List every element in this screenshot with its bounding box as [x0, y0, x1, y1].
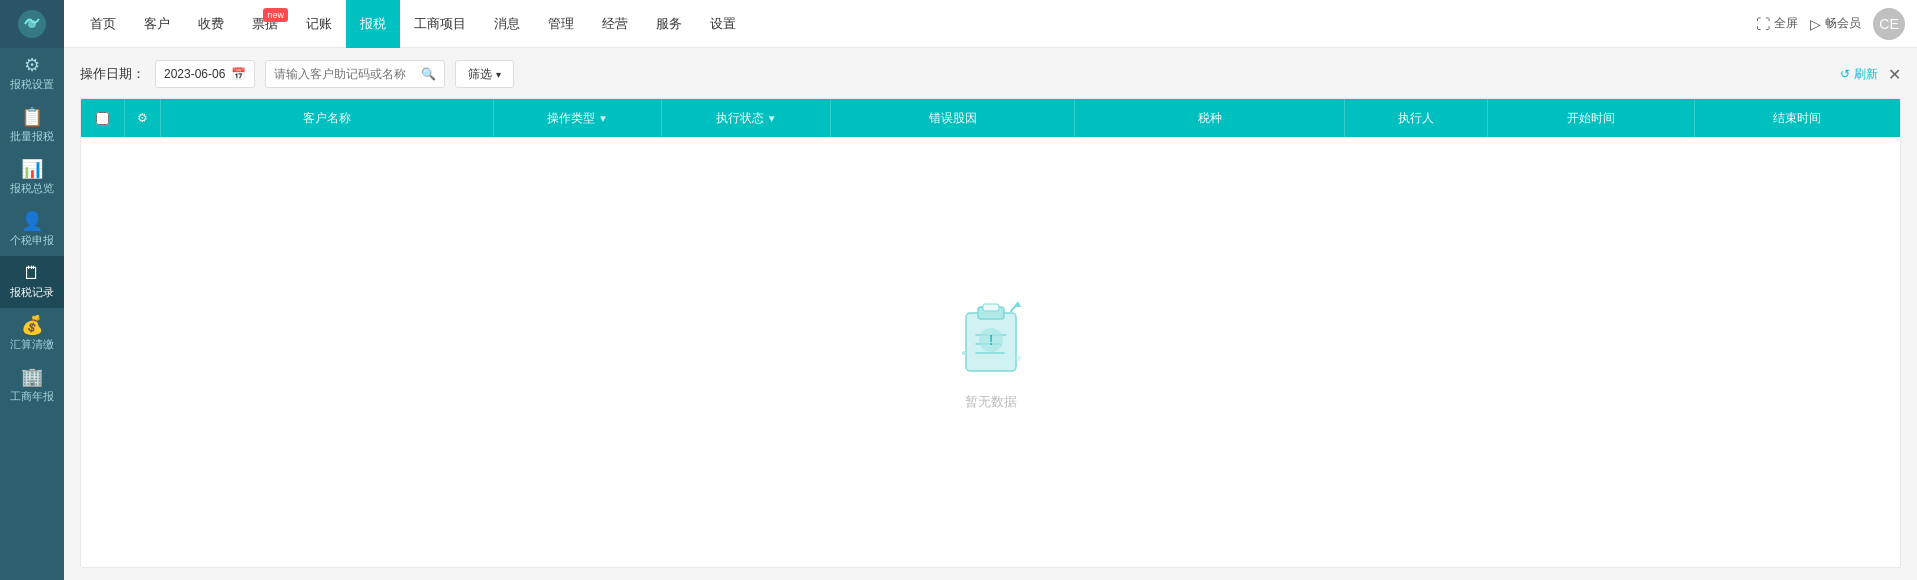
record-icon: 🗒: [23, 264, 41, 282]
nav-piao[interactable]: 票据 new: [238, 0, 292, 48]
sidebar-label-geshuishenbao: 个税申报: [10, 233, 54, 248]
th-taxtype: 税种: [1075, 99, 1345, 137]
sort-icon-status: ▼: [767, 113, 777, 124]
money-icon: 💰: [21, 316, 43, 334]
sidebar-item-baoshuizonglan[interactable]: 📊 报税总览: [0, 152, 64, 204]
select-all-checkbox[interactable]: [96, 112, 109, 125]
filter-label: 筛选: [468, 66, 492, 83]
fullscreen-btn[interactable]: ⛶ 全屏: [1756, 15, 1798, 32]
search-input[interactable]: [274, 67, 417, 81]
svg-text:!: !: [988, 332, 993, 348]
th-name: 客户名称: [161, 99, 494, 137]
nav-shezhi[interactable]: 设置: [696, 0, 750, 48]
sidebar-item-piliangbaoshui[interactable]: 📋 批量报税: [0, 100, 64, 152]
new-badge: new: [263, 8, 288, 23]
refresh-icon: ↺: [1840, 67, 1850, 81]
th-executor: 执行人: [1345, 99, 1488, 137]
svg-point-13: [1015, 355, 1021, 361]
sidebar-label-baoshuishezhi: 报税设置: [10, 77, 54, 92]
nav-kehu[interactable]: 客户: [130, 0, 184, 48]
nav-shoufei[interactable]: 收费: [184, 0, 238, 48]
nav-baoshui[interactable]: 报税: [346, 0, 400, 48]
topnav: 首页 客户 收费 票据 new 记账 报税 工商项目 消息 管理 经营: [64, 0, 1917, 48]
settings-icon: ⚙: [24, 56, 40, 74]
vip-btn[interactable]: ▷ 畅会员: [1810, 15, 1861, 32]
avatar[interactable]: CE: [1873, 8, 1905, 40]
nav-shouy[interactable]: 首页: [76, 0, 130, 48]
nav-jingying[interactable]: 经营: [588, 0, 642, 48]
toolbar-right: ↺ 刷新 ✕: [1840, 65, 1901, 84]
search-box[interactable]: 🔍: [265, 60, 445, 88]
th-checkbox[interactable]: [81, 99, 125, 137]
sidebar-item-huisuanqingfu[interactable]: 💰 汇算清缴: [0, 308, 64, 360]
content: 操作日期： 2023-06-06 📅 🔍 筛选 ▾ ↺ 刷新 ✕: [64, 48, 1917, 580]
table-header: ⚙ 客户名称 操作类型 ▼ 执行状态 ▼ 错误股因 税种: [81, 99, 1900, 137]
sidebar-label-baoshuizonglan: 报税总览: [10, 181, 54, 196]
nav-gongshang[interactable]: 工商项目: [400, 0, 480, 48]
filter-button[interactable]: 筛选 ▾: [455, 60, 514, 88]
sidebar-label-piliangbaoshui: 批量报税: [10, 129, 54, 144]
sidebar-item-baoshuishezhi[interactable]: ⚙ 报税设置: [0, 48, 64, 100]
svg-rect-4: [983, 304, 999, 311]
svg-point-1: [28, 20, 36, 28]
main-area: 首页 客户 收费 票据 new 记账 报税 工商项目 消息 管理 经营: [64, 0, 1917, 580]
search-icon: 🔍: [421, 67, 436, 81]
fullscreen-icon: ⛶: [1756, 16, 1770, 32]
nav-fuwu[interactable]: 服务: [642, 0, 696, 48]
chevron-down-icon: ▾: [496, 69, 501, 80]
sidebar-label-gongshangnianbu: 工商年报: [10, 389, 54, 404]
th-status[interactable]: 执行状态 ▼: [662, 99, 831, 137]
person-icon: 👤: [21, 212, 43, 230]
nav-xiaoxi[interactable]: 消息: [480, 0, 534, 48]
date-value: 2023-06-06: [164, 67, 225, 81]
nav-jizhang[interactable]: 记账: [292, 0, 346, 48]
overview-icon: 📊: [21, 160, 43, 178]
date-label: 操作日期：: [80, 65, 145, 83]
sidebar-item-gongshangnianbu[interactable]: 🏢 工商年报: [0, 360, 64, 412]
sort-icon-optype: ▼: [598, 113, 608, 124]
gear-icon: ⚙: [137, 111, 148, 125]
th-error: 错误股因: [831, 99, 1075, 137]
calendar-icon: 📅: [231, 67, 246, 81]
company-icon: 🏢: [21, 368, 43, 386]
empty-icon: !: [946, 293, 1036, 383]
refresh-button[interactable]: ↺ 刷新: [1840, 66, 1878, 83]
close-button[interactable]: ✕: [1888, 65, 1901, 84]
sidebar-label-huisuanqingfu: 汇算清缴: [10, 337, 54, 352]
svg-point-12: [962, 351, 966, 355]
nav-right: ⛶ 全屏 ▷ 畅会员 CE: [1756, 8, 1905, 40]
table-body: ! 暂无数据: [81, 137, 1900, 567]
nav-guanli[interactable]: 管理: [534, 0, 588, 48]
sidebar-logo: [0, 0, 64, 48]
batch-icon: 📋: [21, 108, 43, 126]
th-starttime: 开始时间: [1488, 99, 1694, 137]
th-gear[interactable]: ⚙: [125, 99, 161, 137]
table: ⚙ 客户名称 操作类型 ▼ 执行状态 ▼ 错误股因 税种: [80, 98, 1901, 568]
empty-text: 暂无数据: [965, 393, 1017, 411]
vip-icon: ▷: [1810, 16, 1821, 32]
th-endtime: 结束时间: [1695, 99, 1900, 137]
th-optype[interactable]: 操作类型 ▼: [494, 99, 663, 137]
sidebar: ⚙ 报税设置 📋 批量报税 📊 报税总览 👤 个税申报 🗒 报税记录 💰 汇算清…: [0, 0, 64, 580]
empty-illustration: ! 暂无数据: [946, 293, 1036, 411]
sidebar-item-baoshuijilu[interactable]: 🗒 报税记录: [0, 256, 64, 308]
sidebar-label-baoshuijilu: 报税记录: [10, 285, 54, 300]
date-input[interactable]: 2023-06-06 📅: [155, 60, 255, 88]
toolbar: 操作日期： 2023-06-06 📅 🔍 筛选 ▾ ↺ 刷新 ✕: [80, 60, 1901, 88]
sidebar-item-geshuishenbao[interactable]: 👤 个税申报: [0, 204, 64, 256]
